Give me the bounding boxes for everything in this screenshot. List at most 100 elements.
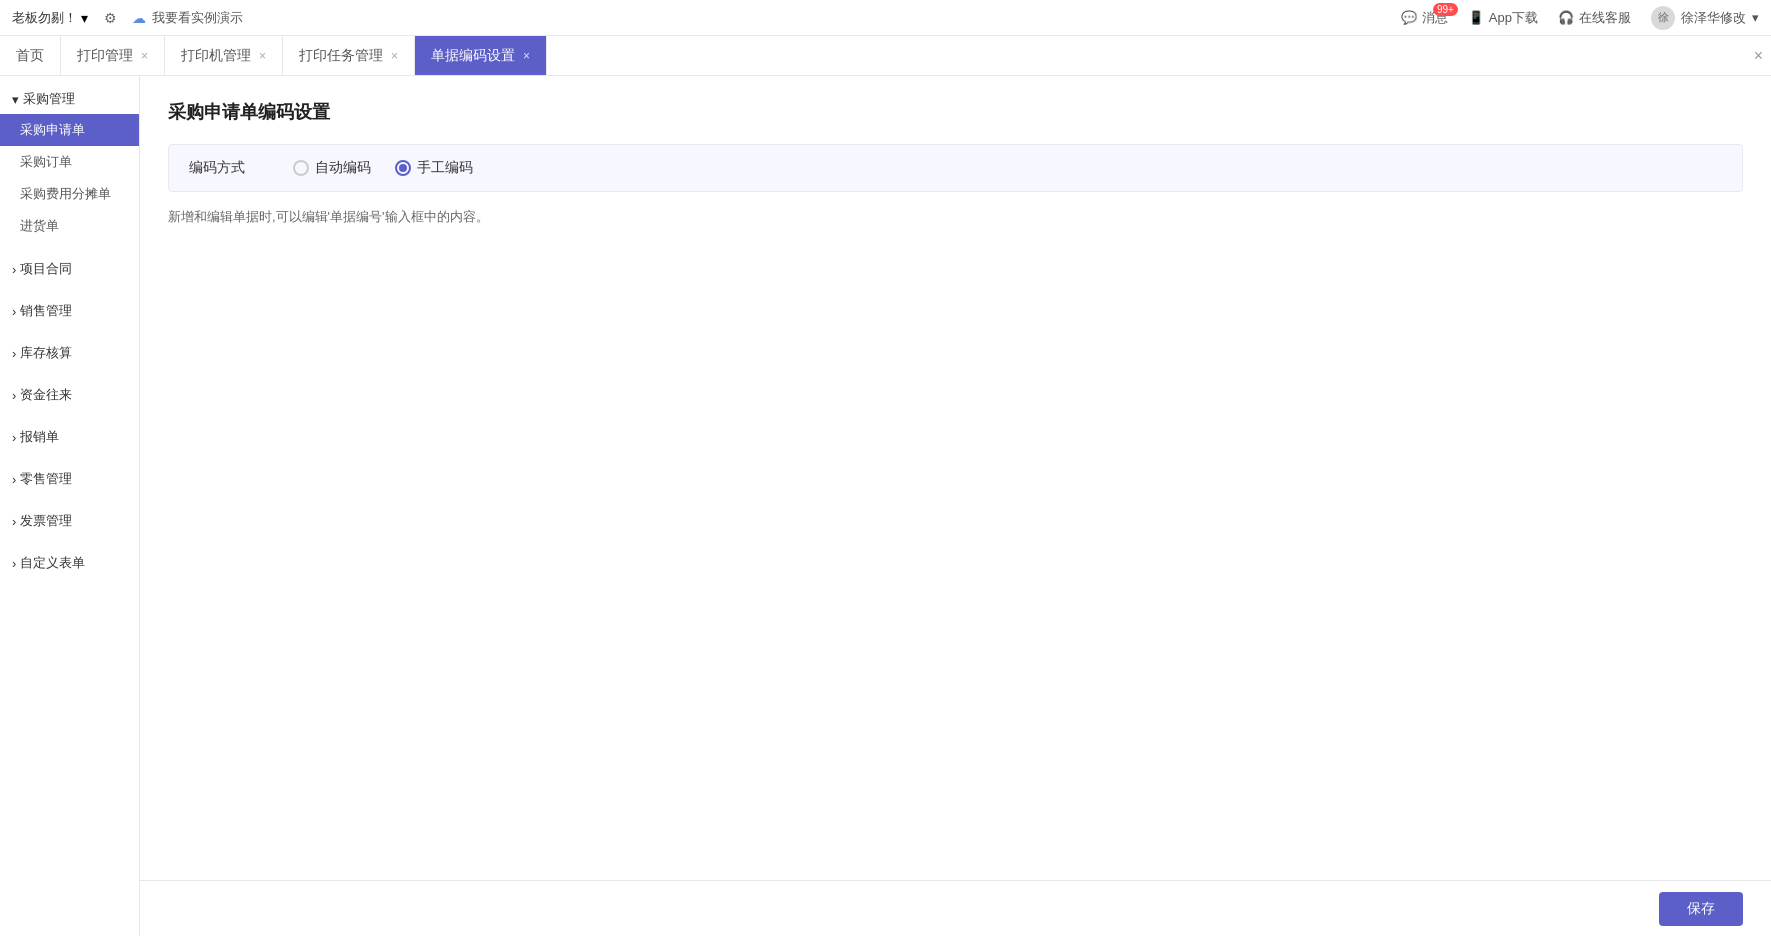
tab-print-task-management-label: 打印任务管理	[299, 47, 383, 65]
sidebar-item-stock-in[interactable]: 进货单	[0, 210, 139, 242]
sidebar-group-custom-form-label: 自定义表单	[20, 554, 85, 572]
sidebar-group-sales-management: › 销售管理	[0, 288, 139, 330]
chevron-right-icon: ›	[12, 472, 16, 487]
content-inner: 采购申请单编码设置 编码方式 自动编码 手工编码 新增和编辑单据时,可以编辑'单…	[140, 76, 1771, 880]
sidebar-group-sales-management-label: 销售管理	[20, 302, 72, 320]
demo-button[interactable]: ☁ 我要看实例演示	[132, 9, 243, 27]
top-bar-right: 💬 消息 99+ 📱 App下载 🎧 在线客服 徐 徐泽华修改 ▾	[1401, 6, 1759, 30]
tab-printer-management-label: 打印机管理	[181, 47, 251, 65]
radio-manual-circle	[395, 160, 411, 176]
main-layout: ▾ 采购管理 采购申请单 采购订单 采购费用分摊单 进货单 › 项目合同	[0, 76, 1771, 936]
messages-button[interactable]: 💬 消息 99+	[1401, 9, 1448, 27]
hint-text: 新增和编辑单据时,可以编辑'单据编号'输入框中的内容。	[168, 208, 1743, 226]
demo-text: 我要看实例演示	[152, 9, 243, 27]
chevron-right-icon: ›	[12, 556, 16, 571]
message-icon: 💬	[1401, 10, 1417, 25]
tab-barcode-settings-label: 单据编码设置	[431, 47, 515, 65]
sidebar-group-capital-label: 资金往来	[20, 386, 72, 404]
app-download-button[interactable]: 📱 App下载	[1468, 9, 1538, 27]
tab-bar: 首页 打印管理 × 打印机管理 × 打印任务管理 × 单据编码设置 × ×	[0, 36, 1771, 76]
app-download-icon: 📱	[1468, 10, 1484, 25]
sidebar-item-stock-in-label: 进货单	[20, 218, 59, 233]
sidebar-item-purchase-request-label: 采购申请单	[20, 122, 85, 137]
tab-printer-management-close[interactable]: ×	[259, 50, 266, 62]
sidebar-item-purchase-expense-label: 采购费用分摊单	[20, 186, 111, 201]
tab-home[interactable]: 首页	[0, 36, 61, 75]
close-panel-button[interactable]: ×	[1746, 36, 1771, 75]
sidebar-group-retail-label: 零售管理	[20, 470, 72, 488]
sidebar-group-procurement-title[interactable]: ▾ 采购管理	[0, 84, 139, 114]
sidebar: ▾ 采购管理 采购申请单 采购订单 采购费用分摊单 进货单 › 项目合同	[0, 76, 140, 936]
coding-settings-panel: 编码方式 自动编码 手工编码	[168, 144, 1743, 192]
sidebar-group-retail-title[interactable]: › 零售管理	[0, 464, 139, 494]
radio-auto-label: 自动编码	[315, 159, 371, 177]
chevron-right-icon: ›	[12, 514, 16, 529]
sidebar-group-inventory: › 库存核算	[0, 330, 139, 372]
radio-manual-coding[interactable]: 手工编码	[395, 159, 473, 177]
tab-print-management-close[interactable]: ×	[141, 50, 148, 62]
username: 徐泽华修改	[1681, 9, 1746, 27]
top-bar-left: 老板勿剔！ ▾ ⚙ ☁ 我要看实例演示	[12, 8, 243, 28]
sidebar-group-custom-form-title[interactable]: › 自定义表单	[0, 548, 139, 578]
sidebar-group-capital-title[interactable]: › 资金往来	[0, 380, 139, 410]
sidebar-group-invoice-label: 发票管理	[20, 512, 72, 530]
tab-print-task-management-close[interactable]: ×	[391, 50, 398, 62]
radio-auto-coding[interactable]: 自动编码	[293, 159, 371, 177]
tab-print-management-label: 打印管理	[77, 47, 133, 65]
chevron-right-icon: ›	[12, 430, 16, 445]
chevron-right-icon: ›	[12, 304, 16, 319]
chevron-down-icon: ▾	[12, 92, 19, 107]
chevron-right-icon: ›	[12, 262, 16, 277]
tab-print-task-management[interactable]: 打印任务管理 ×	[283, 36, 415, 75]
settings-button[interactable]: ⚙	[100, 8, 120, 28]
sidebar-group-procurement-label: 采购管理	[23, 90, 75, 108]
headset-icon: 🎧	[1558, 10, 1574, 25]
sidebar-item-purchase-order[interactable]: 采购订单	[0, 146, 139, 178]
user-menu[interactable]: 徐 徐泽华修改 ▾	[1651, 6, 1759, 30]
tab-home-label: 首页	[16, 47, 44, 65]
content-area: 采购申请单编码设置 编码方式 自动编码 手工编码 新增和编辑单据时,可以编辑'单…	[140, 76, 1771, 936]
page-title: 采购申请单编码设置	[168, 100, 1743, 124]
tab-barcode-settings[interactable]: 单据编码设置 ×	[415, 36, 547, 75]
online-support-label: 在线客服	[1579, 9, 1631, 27]
sidebar-group-invoice-title[interactable]: › 发票管理	[0, 506, 139, 536]
avatar-text: 徐	[1658, 10, 1669, 25]
sidebar-group-capital: › 资金往来	[0, 372, 139, 414]
radio-manual-label: 手工编码	[417, 159, 473, 177]
sidebar-group-project-contract: › 项目合同	[0, 246, 139, 288]
chevron-right-icon: ›	[12, 388, 16, 403]
chevron-right-icon: ›	[12, 346, 16, 361]
app-title-dropdown[interactable]: 老板勿剔！ ▾	[12, 9, 88, 27]
coding-label: 编码方式	[189, 159, 245, 177]
radio-group-coding: 自动编码 手工编码	[293, 159, 473, 177]
chevron-down-icon: ▾	[81, 10, 88, 26]
cloud-icon: ☁	[132, 10, 146, 26]
avatar: 徐	[1651, 6, 1675, 30]
sidebar-group-inventory-label: 库存核算	[20, 344, 72, 362]
tab-barcode-settings-close[interactable]: ×	[523, 50, 530, 62]
sidebar-group-return-title[interactable]: › 报销单	[0, 422, 139, 452]
sidebar-group-sales-management-title[interactable]: › 销售管理	[0, 296, 139, 326]
radio-auto-circle	[293, 160, 309, 176]
sidebar-item-purchase-expense[interactable]: 采购费用分摊单	[0, 178, 139, 210]
tab-print-management[interactable]: 打印管理 ×	[61, 36, 165, 75]
sidebar-group-procurement: ▾ 采购管理 采购申请单 采购订单 采购费用分摊单 进货单	[0, 76, 139, 246]
sidebar-group-retail: › 零售管理	[0, 456, 139, 498]
online-support-button[interactable]: 🎧 在线客服	[1558, 9, 1631, 27]
sidebar-item-purchase-order-label: 采购订单	[20, 154, 72, 169]
app-download-label: App下载	[1489, 9, 1538, 27]
sidebar-group-project-contract-title[interactable]: › 项目合同	[0, 254, 139, 284]
tab-printer-management[interactable]: 打印机管理 ×	[165, 36, 283, 75]
messages-badge: 99+	[1433, 3, 1458, 16]
sidebar-group-inventory-title[interactable]: › 库存核算	[0, 338, 139, 368]
top-bar: 老板勿剔！ ▾ ⚙ ☁ 我要看实例演示 💬 消息 99+ 📱 App下载 🎧 在…	[0, 0, 1771, 36]
sidebar-item-purchase-request[interactable]: 采购申请单	[0, 114, 139, 146]
sidebar-group-invoice: › 发票管理	[0, 498, 139, 540]
sidebar-group-project-contract-label: 项目合同	[20, 260, 72, 278]
save-button[interactable]: 保存	[1659, 892, 1743, 926]
app-title: 老板勿剔！	[12, 9, 77, 27]
content-footer: 保存	[140, 880, 1771, 936]
sidebar-group-return-label: 报销单	[20, 428, 59, 446]
user-chevron-icon: ▾	[1752, 10, 1759, 25]
sidebar-group-return: › 报销单	[0, 414, 139, 456]
